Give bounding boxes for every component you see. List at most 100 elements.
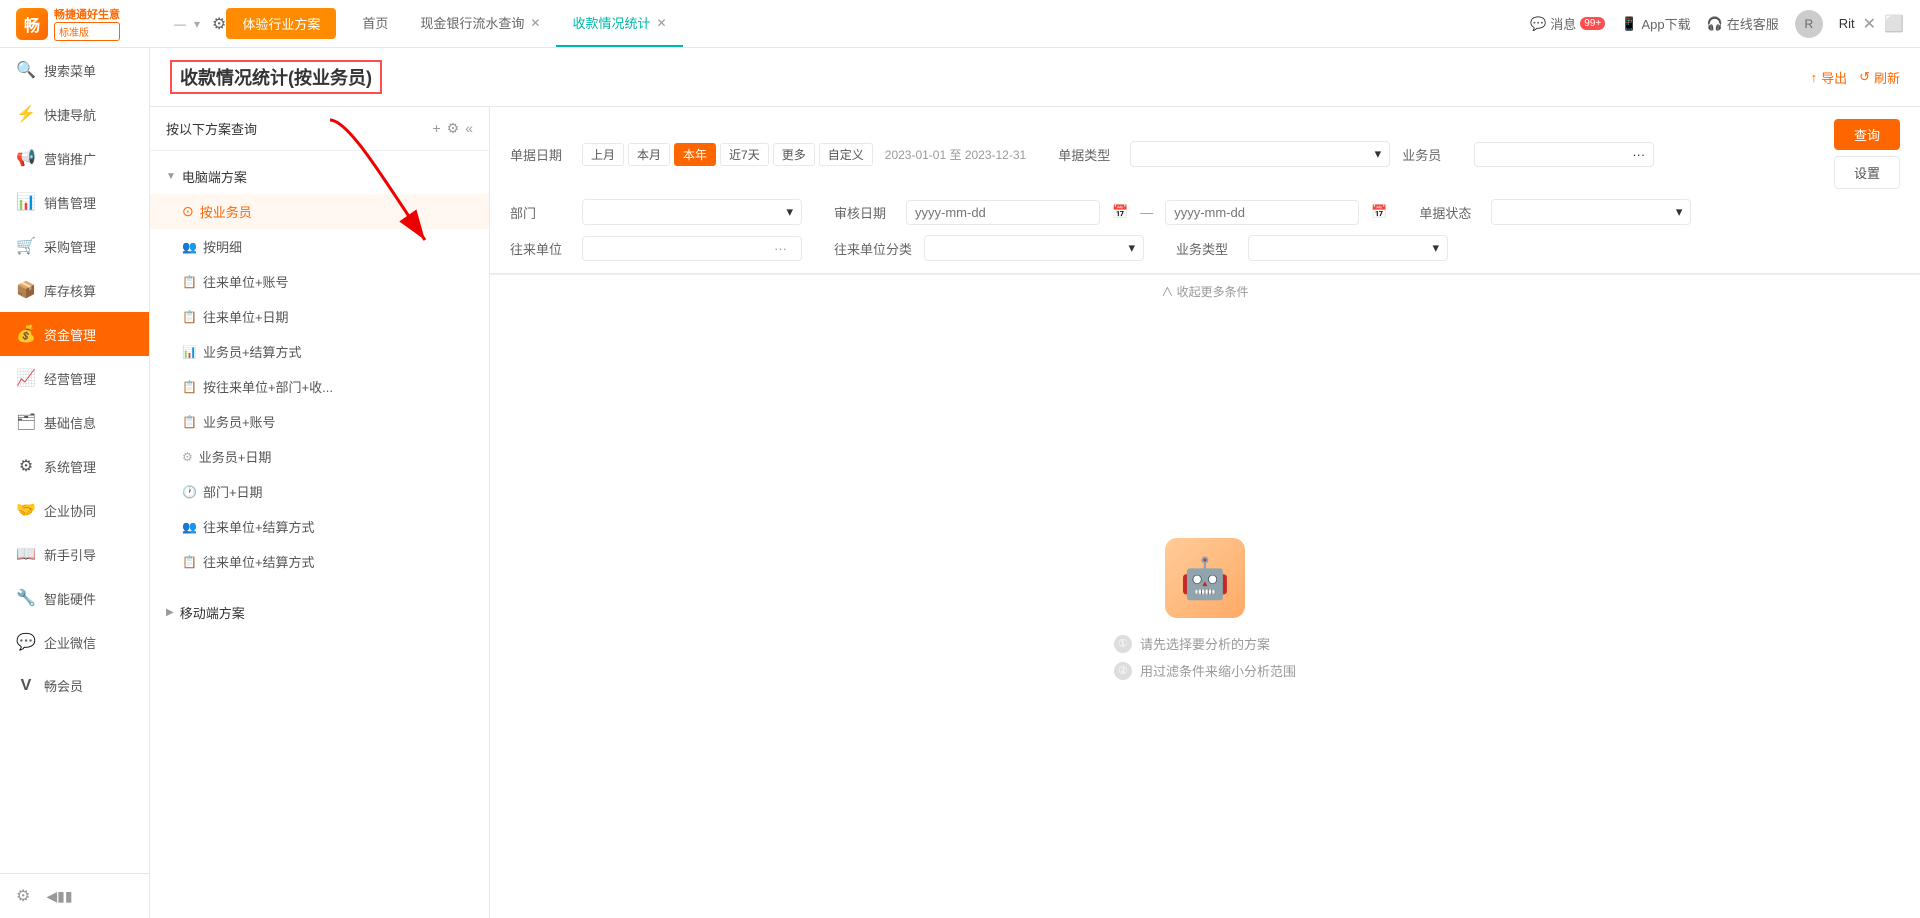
sidebar-collapse-icon[interactable]: ◀▮▮: [46, 888, 72, 905]
date-btn-custom[interactable]: 自定义: [819, 143, 873, 166]
sidebar-item-wechat[interactable]: 💬 企业微信: [0, 620, 149, 664]
calendar-icon-start[interactable]: 📅: [1112, 204, 1128, 220]
filter-row-1: 单据日期 上月 本月 本年 近7天 更多 自定义 2023-01-01 至 20…: [510, 119, 1900, 189]
sidebar-bottom: ⚙ ◀▮▮: [0, 873, 149, 918]
main-layout: 🔍 搜索菜单 ⚡ 快捷导航 📢 营销推广 📊 销售管理 🛒 采购管理 📦 库存核…: [0, 48, 1920, 918]
settings-gear[interactable]: ⚙: [212, 14, 226, 34]
online-service-button[interactable]: 🎧 在线客服: [1707, 14, 1779, 33]
search-icon: 🔍: [16, 60, 36, 80]
top-header: 畅 畅捷通好生意 标准版 — ▾ ⚙ 体验行业方案 首页 现金银行流水查询 ✕ …: [0, 0, 1920, 48]
date-btn-7days[interactable]: 近7天: [720, 143, 769, 166]
window-maximize-btn[interactable]: ⬜: [1884, 14, 1904, 34]
calendar-icon-end[interactable]: 📅: [1371, 204, 1387, 220]
window-close-btn[interactable]: ✕: [1863, 14, 1876, 34]
message-icon: 💬: [1530, 16, 1546, 32]
message-button[interactable]: 💬 消息 99+: [1530, 14, 1605, 33]
date-btn-this-year[interactable]: 本年: [674, 143, 716, 166]
wechat-icon: 💬: [16, 632, 36, 652]
doc-type-chevron: ▾: [1375, 146, 1382, 162]
dept-select[interactable]: ▾: [582, 199, 802, 225]
sidebar-item-purchase[interactable]: 🛒 采购管理: [0, 224, 149, 268]
collab-icon: 🤝: [16, 500, 36, 520]
breadcrumb-dropdown[interactable]: ▾: [194, 17, 200, 31]
salesperson-select[interactable]: ···: [1474, 142, 1654, 167]
detail-icon: 👥: [182, 240, 197, 254]
tab-receivables[interactable]: 收款情况统计 ✕: [556, 0, 682, 47]
panel-actions: + ⚙ «: [432, 120, 473, 137]
scheme-salesperson-account[interactable]: 📋 业务员+账号: [150, 404, 489, 439]
page-title: 收款情况统计(按业务员): [180, 68, 372, 88]
collapse-panel-btn[interactable]: «: [465, 120, 473, 137]
scheme-counterpart-date[interactable]: 📋 往来单位+日期: [150, 299, 489, 334]
date-btn-this-month[interactable]: 本月: [628, 143, 670, 166]
refresh-icon: ↺: [1859, 69, 1870, 85]
sidebar-item-quick-nav[interactable]: ⚡ 快捷导航: [0, 92, 149, 136]
close-tab-receivables[interactable]: ✕: [657, 16, 667, 30]
add-scheme-btn[interactable]: +: [432, 120, 440, 137]
sidebar-item-guide[interactable]: 📖 新手引导: [0, 532, 149, 576]
finance-icon: 💰: [16, 324, 36, 344]
review-date-label: 审核日期: [834, 203, 894, 222]
sidebar-settings-icon[interactable]: ⚙: [16, 886, 30, 906]
scheme-settings-btn[interactable]: ⚙: [447, 120, 460, 137]
date-btn-more[interactable]: 更多: [773, 143, 815, 166]
review-date-start[interactable]: [906, 200, 1100, 225]
empty-step-1: ① 请先选择要分析的方案: [1114, 634, 1296, 653]
collapse-more-btn[interactable]: ∧ 收起更多条件: [490, 274, 1920, 308]
doc-status-label: 单据状态: [1419, 203, 1479, 222]
sidebar-item-finance[interactable]: 💰 资金管理: [0, 312, 149, 356]
date-option-buttons: 上月 本月 本年 近7天 更多 自定义: [582, 143, 873, 166]
dept-date-icon: 🕐: [182, 485, 197, 499]
logo-area: 畅 畅捷通好生意 标准版: [16, 6, 166, 41]
sidebar-item-inventory[interactable]: 📦 库存核算: [0, 268, 149, 312]
trial-button[interactable]: 体验行业方案: [226, 8, 336, 39]
scheme-counterpart-account[interactable]: 📋 往来单位+账号: [150, 264, 489, 299]
scheme-salesperson-settlement[interactable]: 📊 业务员+结算方式: [150, 334, 489, 369]
review-date-end[interactable]: [1165, 200, 1359, 225]
sidebar-item-hardware[interactable]: 🔧 智能硬件: [0, 576, 149, 620]
panel-header: 按以下方案查询 + ⚙ «: [150, 107, 489, 151]
refresh-button[interactable]: ↺ 刷新: [1859, 68, 1900, 87]
scheme-counterpart-settlement2[interactable]: 📋 往来单位+结算方式: [150, 544, 489, 579]
date-btn-last-month[interactable]: 上月: [582, 143, 624, 166]
counterpart-label: 往来单位: [510, 239, 570, 258]
app-download-button[interactable]: 📱 App下载: [1621, 14, 1690, 33]
biz-type-select[interactable]: ▾: [1248, 235, 1448, 261]
close-tab-bank-flow[interactable]: ✕: [530, 16, 540, 30]
tab-bank-flow[interactable]: 现金银行流水查询 ✕: [404, 0, 556, 47]
system-icon: ⚙: [16, 456, 36, 476]
sidebar-item-vip[interactable]: V 畅会员: [0, 664, 149, 707]
tab-home[interactable]: 首页: [346, 0, 404, 47]
scheme-by-salesperson[interactable]: ⊙ 按业务员: [150, 194, 489, 229]
scheme-dept-date[interactable]: 🕐 部门+日期: [150, 474, 489, 509]
sidebar-item-operations[interactable]: 📈 经营管理: [0, 356, 149, 400]
user-avatar[interactable]: R: [1795, 10, 1823, 38]
counterpart-type-select[interactable]: ▾: [924, 235, 1144, 261]
hardware-icon: 🔧: [16, 588, 36, 608]
sidebar-item-collab[interactable]: 🤝 企业协同: [0, 488, 149, 532]
settings-button[interactable]: 设置: [1834, 156, 1900, 189]
sales-icon: 📊: [16, 192, 36, 212]
scheme-by-detail[interactable]: 👥 按明细: [150, 229, 489, 264]
sidebar-item-basic-info[interactable]: 🗂 基础信息: [0, 400, 149, 444]
doc-status-select[interactable]: ▾: [1491, 199, 1691, 225]
scheme-counterpart-settlement1[interactable]: 👥 往来单位+结算方式: [150, 509, 489, 544]
scheme-salesperson-date[interactable]: ⚙ 业务员+日期: [150, 439, 489, 474]
counterpart-select[interactable]: ···: [582, 236, 802, 261]
filter-row-2: 部门 ▾ 审核日期 📅 — 📅 单据状态: [510, 199, 1900, 225]
sidebar-item-sales[interactable]: 📊 销售管理: [0, 180, 149, 224]
mobile-schemes-parent[interactable]: ▶ 移动端方案: [150, 595, 489, 630]
app-download-icon: 📱: [1621, 16, 1637, 32]
window-controls: ✕ ⬜: [1863, 14, 1904, 34]
desktop-schemes-parent[interactable]: ▼ 电脑端方案: [150, 159, 489, 194]
sidebar-item-system[interactable]: ⚙ 系统管理: [0, 444, 149, 488]
doc-type-select[interactable]: ▾: [1130, 141, 1390, 167]
query-button[interactable]: 查询: [1834, 119, 1900, 150]
export-button[interactable]: ↑ 导出: [1811, 68, 1848, 87]
date-label: 单据日期: [510, 145, 570, 164]
sidebar-item-search[interactable]: 🔍 搜索菜单: [0, 48, 149, 92]
counterpart-ellipsis[interactable]: ···: [768, 241, 793, 256]
sidebar-item-marketing[interactable]: 📢 营销推广: [0, 136, 149, 180]
scheme-counterpart-dept[interactable]: 📋 按往来单位+部门+收...: [150, 369, 489, 404]
dept-chevron: ▾: [786, 204, 793, 220]
